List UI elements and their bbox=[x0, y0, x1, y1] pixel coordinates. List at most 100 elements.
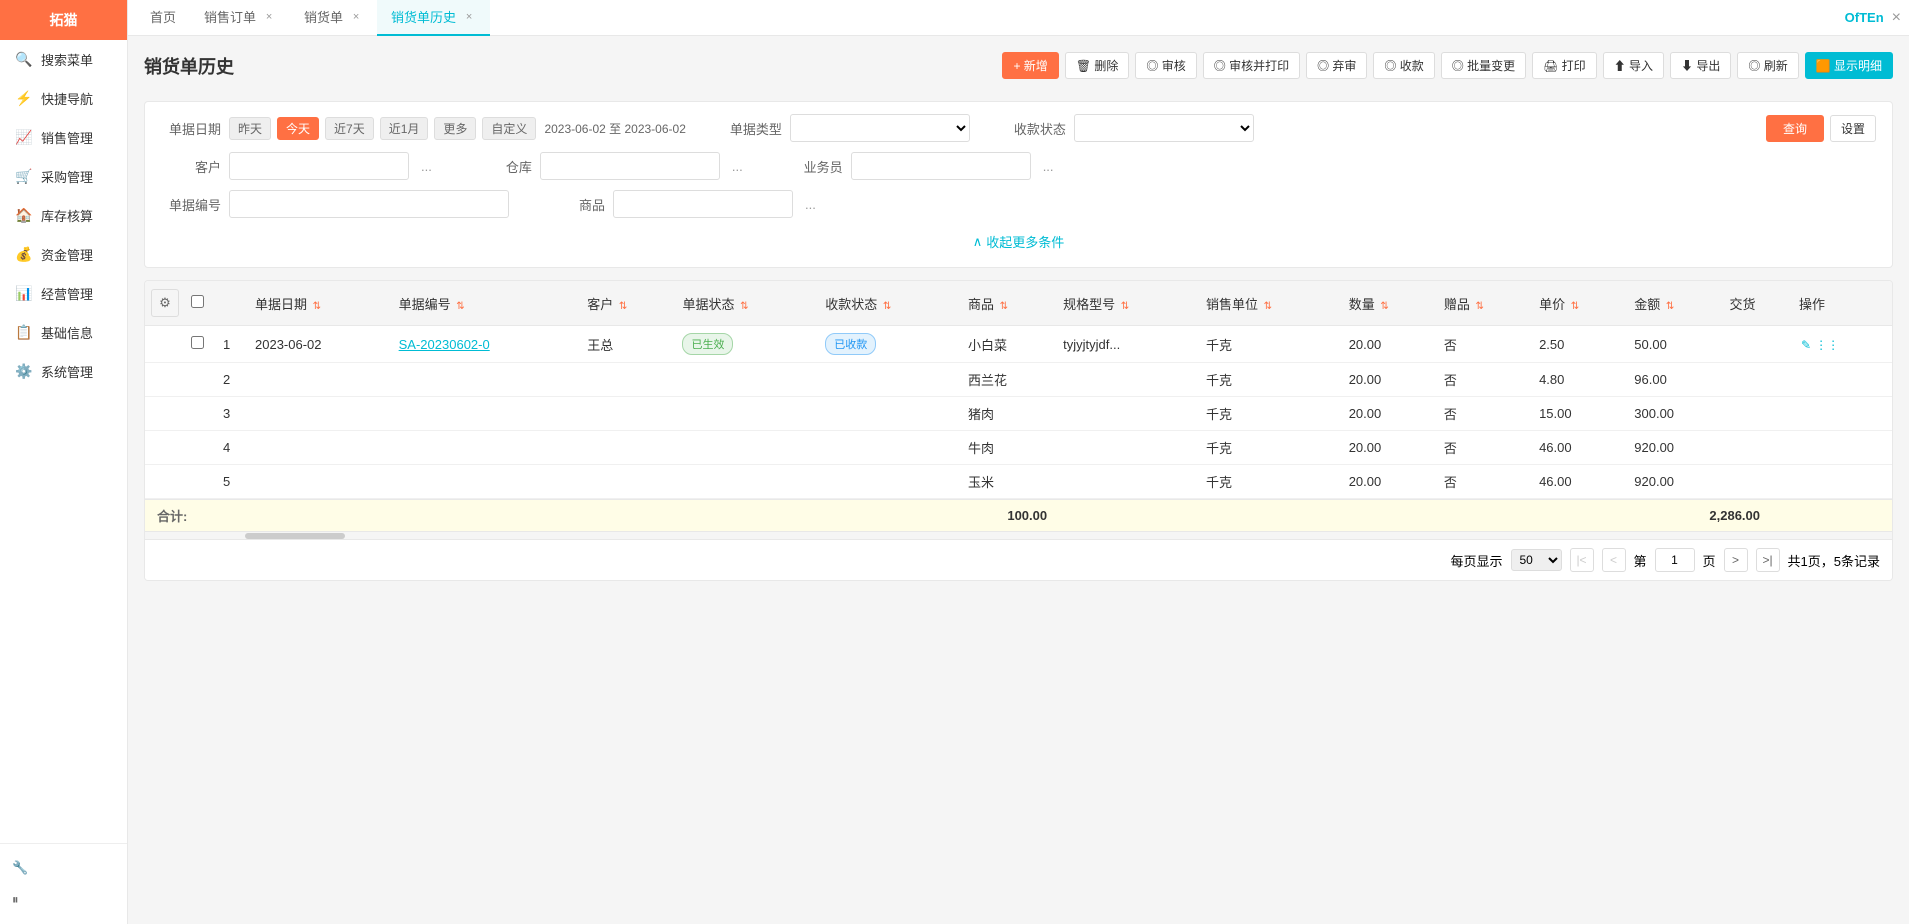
yesterday-btn[interactable]: 昨天 bbox=[229, 117, 271, 140]
next-page-btn[interactable]: > bbox=[1724, 548, 1748, 572]
tab-close-sales-goods[interactable]: × bbox=[349, 10, 363, 24]
amount-cell-3: 920.00 bbox=[1628, 431, 1723, 465]
sidebar-bottom-pause[interactable]: ⏸ bbox=[0, 884, 127, 916]
trade-col-header: 交货 bbox=[1723, 281, 1793, 326]
operation-cell-4 bbox=[1793, 465, 1892, 499]
payment-status-select[interactable] bbox=[1074, 114, 1254, 142]
table-footer: 合计: 100.00 2,286.00 bbox=[145, 499, 1892, 531]
doc-status-cell-3 bbox=[676, 431, 819, 465]
checkbox-cell-2[interactable] bbox=[185, 397, 217, 431]
price-col-header[interactable]: 单价 ⇅ bbox=[1533, 281, 1628, 326]
sidebar-item-purchase-mgmt[interactable]: 🛒采购管理 bbox=[0, 157, 127, 196]
sidebar-item-inventory[interactable]: 🏠库存核算 bbox=[0, 196, 127, 235]
rownum-cell-1: 2 bbox=[217, 363, 249, 397]
customer-dots[interactable]: ... bbox=[417, 159, 436, 174]
audit-button[interactable]: ◎ 审核 bbox=[1135, 52, 1196, 79]
refresh-button[interactable]: ◎ 刷新 bbox=[1737, 52, 1798, 79]
staff-dots[interactable]: ... bbox=[1039, 159, 1058, 174]
sidebar-item-basic-info[interactable]: 📋基础信息 bbox=[0, 313, 127, 352]
warehouse-input[interactable] bbox=[540, 152, 720, 180]
display-button[interactable]: 🟧 显示明细 bbox=[1805, 52, 1893, 79]
table-settings-icon[interactable]: ⚙ bbox=[151, 289, 179, 317]
collect-button[interactable]: ◎ 收款 bbox=[1373, 52, 1434, 79]
horizontal-scrollbar[interactable] bbox=[145, 531, 1892, 539]
doc-type-select[interactable] bbox=[790, 114, 970, 142]
sidebar-item-operations[interactable]: 📊经营管理 bbox=[0, 274, 127, 313]
goods-dots[interactable]: ... bbox=[801, 197, 820, 212]
sidebar-item-finance[interactable]: 💰资金管理 bbox=[0, 235, 127, 274]
abandon-button[interactable]: ◎ 弃审 bbox=[1306, 52, 1367, 79]
tab-sales-goods[interactable]: 销货单× bbox=[290, 0, 377, 36]
settings-col-header[interactable]: ⚙ bbox=[145, 281, 185, 326]
goods-input[interactable] bbox=[613, 190, 793, 218]
tab-home[interactable]: 首页 bbox=[136, 0, 190, 36]
unit-col-header[interactable]: 销售单位 ⇅ bbox=[1200, 281, 1343, 326]
today-btn[interactable]: 今天 bbox=[277, 117, 319, 140]
customer-col-header[interactable]: 客户 ⇅ bbox=[581, 281, 676, 326]
doc-number-col-header[interactable]: 单据编号 ⇅ bbox=[393, 281, 582, 326]
checkbox-cell-0[interactable] bbox=[185, 326, 217, 363]
sidebar-item-system[interactable]: ⚙️系统管理 bbox=[0, 352, 127, 391]
doc-number-cell-2[interactable] bbox=[393, 397, 582, 431]
page-number-input[interactable] bbox=[1655, 548, 1695, 572]
first-page-btn[interactable]: |< bbox=[1570, 548, 1594, 572]
checkbox-cell-1[interactable] bbox=[185, 363, 217, 397]
tab-sales-history[interactable]: 销货单历史× bbox=[377, 0, 490, 36]
audit-print-button[interactable]: ◎ 审核并打印 bbox=[1203, 52, 1300, 79]
page-unit-label: 页 bbox=[1703, 551, 1716, 570]
settings-filter-button[interactable]: 设置 bbox=[1830, 115, 1876, 142]
staff-input[interactable] bbox=[851, 152, 1031, 180]
checkbox-cell-3[interactable] bbox=[185, 431, 217, 465]
amount-col-header[interactable]: 金额 ⇅ bbox=[1628, 281, 1723, 326]
sidebar-bottom-settings[interactable]: 🔧 bbox=[0, 852, 127, 884]
doc-status-col-header[interactable]: 单据状态 ⇅ bbox=[676, 281, 819, 326]
more-btn[interactable]: 更多 bbox=[434, 117, 476, 140]
collapse-filter-btn[interactable]: ∧ 收起更多条件 bbox=[161, 228, 1876, 255]
rownum-col-header bbox=[217, 281, 249, 326]
doc-date-col-header[interactable]: 单据日期 ⇅ bbox=[249, 281, 393, 326]
customer-input[interactable] bbox=[229, 152, 409, 180]
7days-btn[interactable]: 近7天 bbox=[325, 117, 374, 140]
more-btn-0[interactable]: ⋮⋮ bbox=[1813, 338, 1841, 352]
export-button[interactable]: ⬇ 导出 bbox=[1670, 52, 1731, 79]
doc-number-cell-1[interactable] bbox=[393, 363, 582, 397]
rownum-cell-4: 5 bbox=[217, 465, 249, 499]
tab-close-sales-order[interactable]: × bbox=[262, 10, 276, 24]
close-all-icon[interactable]: × bbox=[1892, 9, 1901, 27]
1month-btn[interactable]: 近1月 bbox=[380, 117, 429, 140]
amount-cell-2: 300.00 bbox=[1628, 397, 1723, 431]
checkbox-col-header[interactable] bbox=[185, 281, 217, 326]
spec-cell-0: tyjyjtyjdf... bbox=[1057, 326, 1200, 363]
select-all-checkbox[interactable] bbox=[191, 295, 204, 308]
row-checkbox-0[interactable] bbox=[191, 336, 204, 349]
doc-number-cell-4[interactable] bbox=[393, 465, 582, 499]
qty-col-header[interactable]: 数量 ⇅ bbox=[1343, 281, 1438, 326]
prev-page-btn[interactable]: < bbox=[1602, 548, 1626, 572]
tab-close-sales-history[interactable]: × bbox=[462, 10, 476, 24]
print-button[interactable]: 🖨 打印 bbox=[1532, 52, 1597, 79]
goods-cell-0: 小白菜 bbox=[962, 326, 1057, 363]
import-button[interactable]: ⬆ 导入 bbox=[1603, 52, 1664, 79]
checkbox-cell-4[interactable] bbox=[185, 465, 217, 499]
doc-number-cell-3[interactable] bbox=[393, 431, 582, 465]
delete-button[interactable]: 🗑 删除 bbox=[1065, 52, 1130, 79]
per-page-select[interactable]: 50 100 bbox=[1511, 549, 1562, 571]
doc-number-link-0[interactable]: SA-20230602-0 bbox=[399, 337, 490, 352]
gift-col-header[interactable]: 赠品 ⇅ bbox=[1438, 281, 1533, 326]
last-page-btn[interactable]: >| bbox=[1756, 548, 1780, 572]
doc-number-input[interactable] bbox=[229, 190, 509, 218]
sidebar-item-search-menu[interactable]: 🔍搜索菜单 bbox=[0, 40, 127, 79]
batch-change-button[interactable]: ◎ 批量变更 bbox=[1441, 52, 1526, 79]
doc-number-cell-0[interactable]: SA-20230602-0 bbox=[393, 326, 582, 363]
sidebar-item-quick-nav[interactable]: ⚡快捷导航 bbox=[0, 79, 127, 118]
goods-col-header[interactable]: 商品 ⇅ bbox=[962, 281, 1057, 326]
spec-col-header[interactable]: 规格型号 ⇅ bbox=[1057, 281, 1200, 326]
tab-sales-order[interactable]: 销售订单× bbox=[190, 0, 290, 36]
custom-btn[interactable]: 自定义 bbox=[482, 117, 536, 140]
edit-btn-0[interactable]: ✎ bbox=[1799, 338, 1813, 352]
warehouse-dots[interactable]: ... bbox=[728, 159, 747, 174]
query-button[interactable]: 查询 bbox=[1766, 115, 1824, 142]
sidebar-item-sales-mgmt[interactable]: 📈销售管理 bbox=[0, 118, 127, 157]
new-button[interactable]: + 新增 bbox=[1002, 52, 1058, 79]
payment-status-col-header[interactable]: 收款状态 ⇅ bbox=[819, 281, 962, 326]
